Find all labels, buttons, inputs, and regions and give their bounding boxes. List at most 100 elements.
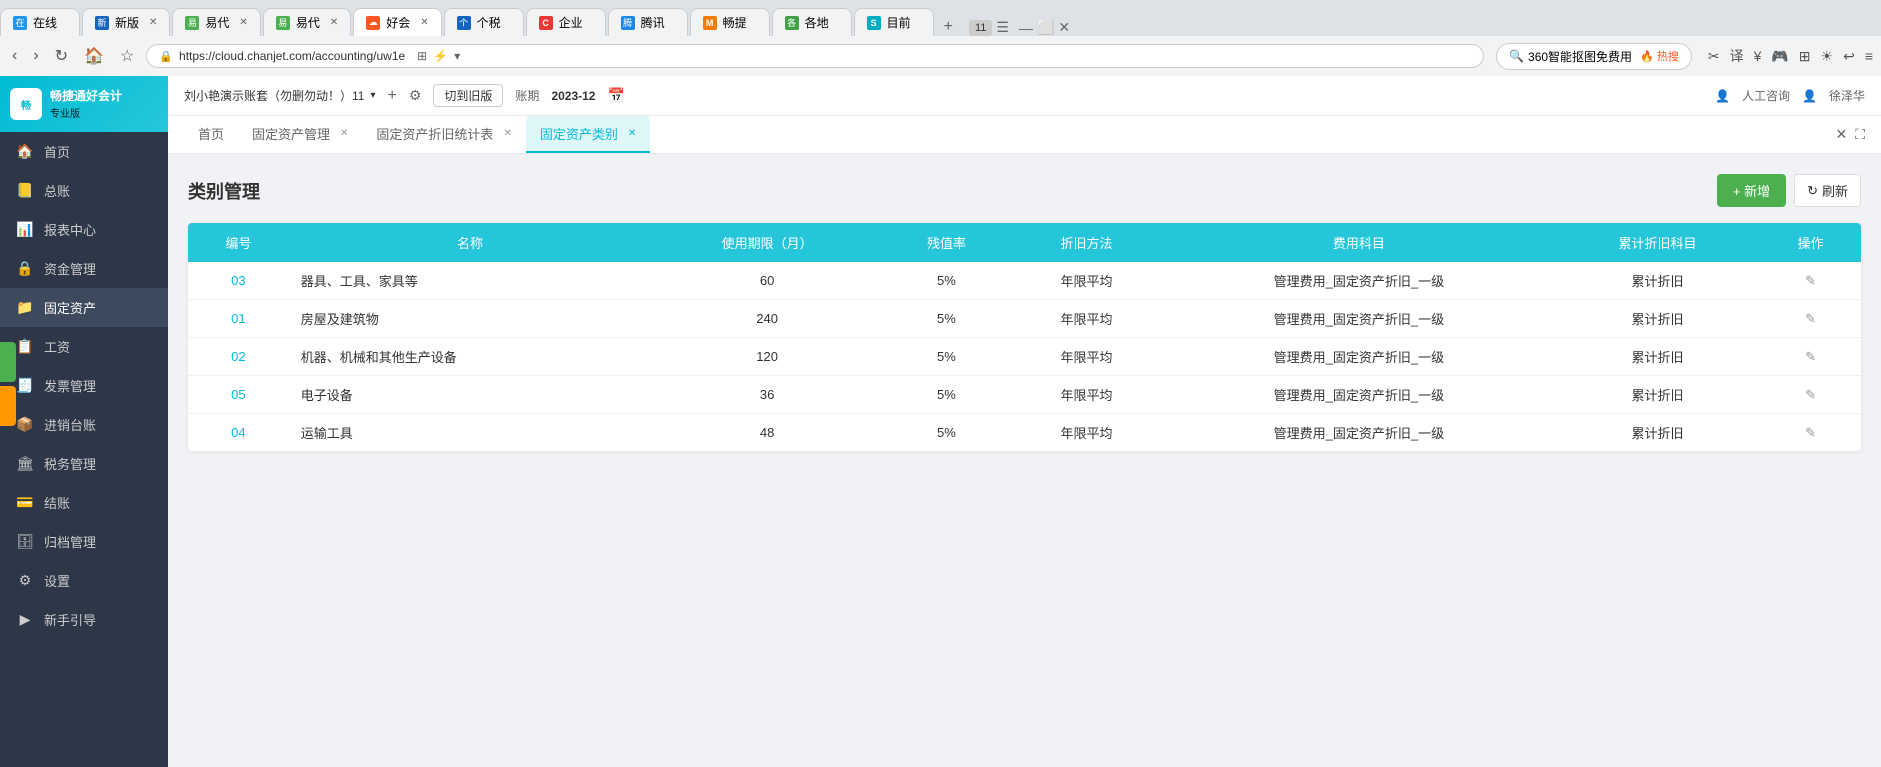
col-residual-rate: 残值率 <box>883 223 1010 262</box>
browser-tab-2[interactable]: 新 新版 ✕ <box>82 8 170 36</box>
tab3-label: 易代 <box>205 14 229 31</box>
row5-edit-button[interactable]: ✎ <box>1805 425 1816 441</box>
tab-fullscreen-button[interactable]: ⛶ <box>1855 126 1865 143</box>
maximize-icon[interactable]: ⬜ <box>1037 19 1054 36</box>
checkout-icon: 💳 <box>16 494 34 511</box>
browser-tab-6[interactable]: 个 个税 <box>444 8 524 36</box>
url-bar[interactable]: 🔒 https://cloud.chanjet.com/accounting/u… <box>146 44 1484 68</box>
sidebar-item-ledger[interactable]: 📒 总账 <box>0 171 168 210</box>
sidebar-item-fixed[interactable]: 📁 固定资产 <box>0 288 168 327</box>
tab4-close[interactable]: ✕ <box>330 17 338 28</box>
new-tab-button[interactable]: + <box>936 18 961 36</box>
page-tab-category-close[interactable]: ✕ <box>628 128 636 139</box>
site-menu-icon[interactable]: ⊞ <box>417 49 427 63</box>
browser-tab-10[interactable]: 各 各地 <box>772 8 852 36</box>
window-menu-icon[interactable]: ☰ <box>996 19 1009 36</box>
sidebar-item-tax[interactable]: 🏛 税务管理 <box>0 444 168 483</box>
home-button[interactable]: 🏠 <box>80 42 108 70</box>
bookmark-button[interactable]: ☆ <box>116 42 138 70</box>
page-tab-fixed-mgmt-close[interactable]: ✕ <box>340 128 348 139</box>
row2-edit-button[interactable]: ✎ <box>1805 311 1816 327</box>
sidebar-item-inventory[interactable]: 📦 进销台账 <box>0 405 168 444</box>
row3-edit-button[interactable]: ✎ <box>1805 349 1816 365</box>
switch-version-button[interactable]: 切到旧版 <box>433 84 503 107</box>
row2-operation: ✎ <box>1760 300 1861 338</box>
row4-operation: ✎ <box>1760 376 1861 414</box>
game-icon[interactable]: 🎮 <box>1771 48 1788 65</box>
row1-edit-button[interactable]: ✎ <box>1805 273 1816 289</box>
row1-operation: ✎ <box>1760 262 1861 300</box>
dropdown-icon[interactable]: ▾ <box>454 49 460 63</box>
coins-icon[interactable]: ¥ <box>1754 48 1762 64</box>
browser-tab-4[interactable]: 易 易代 ✕ <box>263 8 351 36</box>
sidebar-item-label-fixed: 固定资产 <box>44 298 96 317</box>
sidebar: 畅 畅捷通好会计 专业版 🏠 首页 📒 总账 📊 报表中心 🔒 资金管理 📁 固… <box>0 76 168 767</box>
page-tab-depreciation-label: 固定资产折旧统计表 <box>376 124 493 143</box>
row5-usage-period: 48 <box>651 414 883 452</box>
tab2-close[interactable]: ✕ <box>149 17 157 28</box>
close-window-icon[interactable]: ✕ <box>1058 19 1070 36</box>
tab8-icon: 腾 <box>621 16 635 30</box>
table-row: 03 器具、工具、家具等 60 5% 年限平均 管理费用_固定资产折旧_一级 累… <box>188 262 1861 300</box>
row2-code: 01 <box>188 300 289 338</box>
left-edge-btn-1[interactable] <box>0 342 16 382</box>
search-bar[interactable]: 🔍 360智能抠图免费用 🔥 热搜 <box>1496 43 1692 70</box>
left-edge-btn-2[interactable] <box>0 386 16 426</box>
browser-tab-1[interactable]: 在 在线 <box>0 8 80 36</box>
browser-tab-9[interactable]: M 畅提 <box>690 8 770 36</box>
tab4-icon: 易 <box>276 16 290 30</box>
tab3-close[interactable]: ✕ <box>239 17 247 28</box>
back-button[interactable]: ‹ <box>8 43 21 69</box>
page-tab-depreciation[interactable]: 固定资产折旧统计表 ✕ <box>362 116 525 153</box>
tab5-close[interactable]: ✕ <box>420 17 428 28</box>
consult-label[interactable]: 人工咨询 <box>1742 87 1790 104</box>
page-tab-fixed-mgmt[interactable]: 固定资产管理 ✕ <box>238 116 362 153</box>
translate-icon[interactable]: 译 <box>1730 46 1744 66</box>
refresh-button[interactable]: ↻ 刷新 <box>1794 174 1861 207</box>
minimize-icon[interactable]: — <box>1019 20 1033 36</box>
sidebar-item-checkout[interactable]: 💳 结账 <box>0 483 168 522</box>
sidebar-item-home[interactable]: 🏠 首页 <box>0 132 168 171</box>
page-tab-category[interactable]: 固定资产类别 ✕ <box>526 116 650 153</box>
undo-icon[interactable]: ↩ <box>1843 48 1855 65</box>
sidebar-item-salary[interactable]: 📋 工资 <box>0 327 168 366</box>
row4-edit-button[interactable]: ✎ <box>1805 387 1816 403</box>
scissors-icon[interactable]: ✂ <box>1708 48 1720 65</box>
sidebar-item-cashier[interactable]: 🔒 资金管理 <box>0 249 168 288</box>
fixed-icon: 📁 <box>16 299 34 316</box>
sidebar-item-archive[interactable]: 🗄 归档管理 <box>0 522 168 561</box>
add-button[interactable]: + 新增 <box>1717 174 1786 207</box>
browser-tab-5[interactable]: ☁ 好会 ✕ <box>353 8 441 36</box>
secure-icon: 🔒 <box>159 50 173 63</box>
col-usage-period: 使用期限（月） <box>651 223 883 262</box>
sidebar-item-label-tax: 税务管理 <box>44 454 96 473</box>
account-settings-button[interactable]: ⚙ <box>409 87 422 104</box>
brightness-icon[interactable]: ☀ <box>1821 48 1834 65</box>
table-header-row: 编号 名称 使用期限（月） 残值率 折旧方法 费用科目 累计折旧科目 操作 <box>188 223 1861 262</box>
calendar-icon[interactable]: 📅 <box>607 87 624 104</box>
sidebar-item-settings[interactable]: ⚙ 设置 <box>0 561 168 600</box>
logo-char: 畅 <box>21 97 31 112</box>
row4-depreciation-method: 年限平均 <box>1010 376 1163 414</box>
sidebar-item-invoice[interactable]: 🧾 发票管理 <box>0 366 168 405</box>
forward-button[interactable]: › <box>29 43 42 69</box>
tab-close-all-button[interactable]: ✕ <box>1835 126 1847 143</box>
user-dropdown-icon[interactable]: ▾ <box>370 90 375 101</box>
add-account-button[interactable]: + <box>388 87 397 105</box>
lightning-icon[interactable]: ⚡ <box>433 49 448 63</box>
grid-icon[interactable]: ⊞ <box>1799 48 1811 65</box>
row5-accumulated-subject: 累计折旧 <box>1555 414 1760 452</box>
page-tab-home[interactable]: 首页 <box>184 116 238 153</box>
sidebar-item-reports[interactable]: 📊 报表中心 <box>0 210 168 249</box>
page-tab-depreciation-close[interactable]: ✕ <box>503 128 511 139</box>
browser-tab-7[interactable]: C 企业 <box>526 8 606 36</box>
top-bar: 刘小艳演示账套（勿删勿动！）11 ▾ + ⚙ 切到旧版 账期 2023-12 📅… <box>168 76 1881 116</box>
reload-button[interactable]: ↻ <box>51 42 72 70</box>
row3-operation: ✎ <box>1760 338 1861 376</box>
browser-tab-8[interactable]: 腾 腾讯 <box>608 8 688 36</box>
sidebar-item-guide[interactable]: ▶ 新手引导 <box>0 600 168 639</box>
browser-tab-3[interactable]: 易 易代 ✕ <box>172 8 260 36</box>
search-icon: 🔍 <box>1509 49 1524 63</box>
browser-tab-11[interactable]: S 目前 <box>854 8 934 36</box>
browser-menu-icon[interactable]: ≡ <box>1865 48 1873 64</box>
